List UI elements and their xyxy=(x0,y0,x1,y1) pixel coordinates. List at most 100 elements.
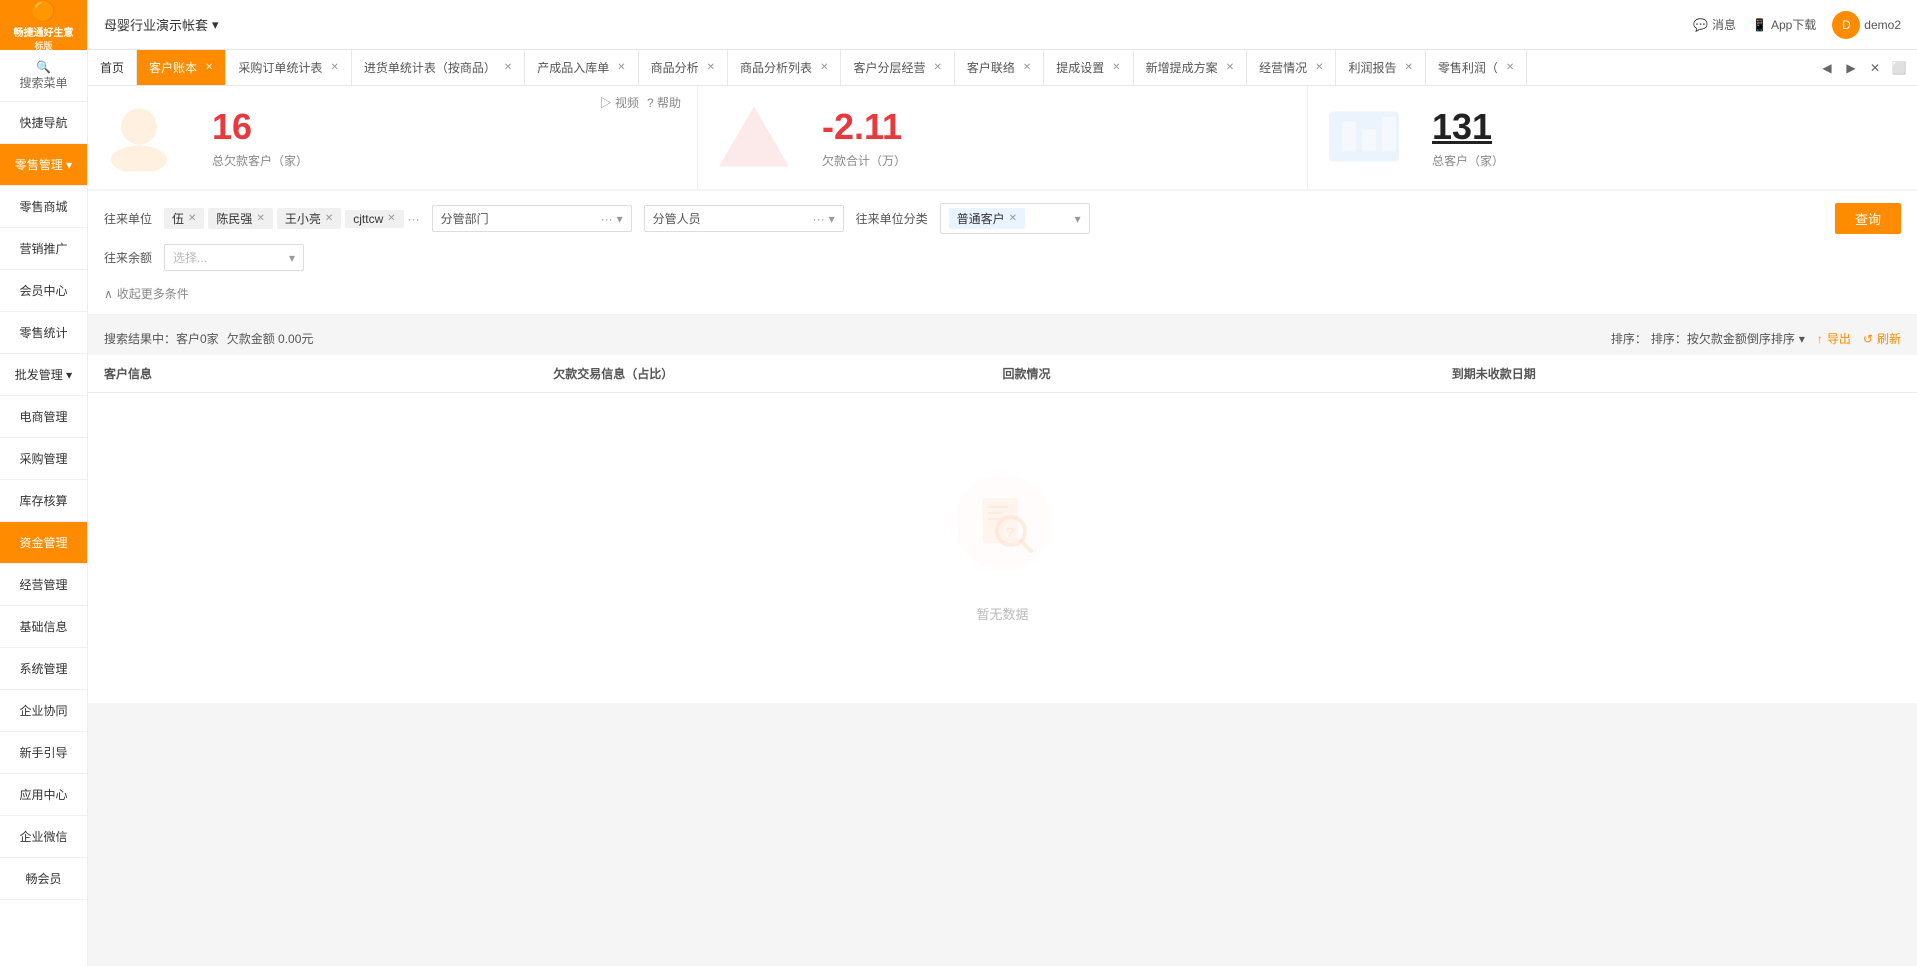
sidebar-item-ecommerce-mgmt[interactable]: 电商管理 xyxy=(0,396,87,438)
person-filter-select[interactable]: 分管人员 ··· ▾ xyxy=(644,205,844,232)
debt-amount-label: 欠款金额 0.00元 xyxy=(227,330,314,347)
empty-icon: ? xyxy=(953,473,1053,592)
sidebar-item-app-center[interactable]: 应用中心 xyxy=(0,774,87,816)
tab-close-all[interactable]: ✕ xyxy=(1865,58,1885,78)
tab-home[interactable]: 首页 xyxy=(88,50,137,86)
sidebar-item-operations-mgmt[interactable]: 经营管理 xyxy=(0,564,87,606)
tab-promotion-settings[interactable]: 提成设置 ✕ xyxy=(1044,50,1133,86)
video-link[interactable]: ▷ 视频 xyxy=(600,94,639,111)
empty-state: ? 暂无数据 xyxy=(88,393,1917,703)
tab-customer-contact[interactable]: 客户联络 ✕ xyxy=(955,50,1044,86)
account-name: 母婴行业演示帐套 xyxy=(104,15,208,34)
account-selector-arrow: ▾ xyxy=(212,17,219,33)
sidebar-item-purchase-mgmt[interactable]: 采购管理 xyxy=(0,438,87,480)
tab-stock-stats-close[interactable]: ✕ xyxy=(504,62,512,73)
unit-tag-wang-close[interactable]: ✕ xyxy=(325,213,333,224)
user-avatar-action[interactable]: D demo2 xyxy=(1832,11,1901,39)
unit-class-filter-select[interactable]: 普通客户 ✕ ▾ xyxy=(940,203,1090,234)
person-filter-label: 分管人员 xyxy=(653,210,701,227)
sidebar-item-enterprise-collab[interactable]: 企业协同 xyxy=(0,690,87,732)
sidebar-item-finance-mgmt[interactable]: 资金管理 xyxy=(0,522,87,564)
tab-customer-balance[interactable]: 客户账本 ✕ xyxy=(137,50,226,86)
help-link[interactable]: ? 帮助 xyxy=(647,94,681,111)
sidebar-item-system-mgmt[interactable]: 系统管理 xyxy=(0,648,87,690)
sidebar-item-new-guide[interactable]: 新手引导 xyxy=(0,732,87,774)
refresh-icon: ↺ xyxy=(1863,332,1873,346)
sort-control[interactable]: 排序： 排序：按欠款金额倒序排序 ▾ xyxy=(1611,330,1805,347)
sidebar-item-marketing[interactable]: 营销推广 xyxy=(0,228,87,270)
sidebar-item-basic-info[interactable]: 基础信息 xyxy=(0,606,87,648)
sort-label: 排序： xyxy=(1611,330,1647,347)
person-filter-dots[interactable]: ··· xyxy=(813,212,825,226)
tab-promotion-settings-close[interactable]: ✕ xyxy=(1112,62,1120,73)
sidebar-item-inventory[interactable]: 库存核算 xyxy=(0,480,87,522)
search-menu-item[interactable]: 🔍 搜索菜单 xyxy=(0,50,87,102)
sidebar-item-quick-nav[interactable]: 快捷导航 xyxy=(0,102,87,144)
tab-product-analysis-close[interactable]: ✕ xyxy=(707,62,715,73)
dept-filter-dots[interactable]: ··· xyxy=(601,212,613,226)
tab-purchase-stats[interactable]: 采购订单统计表 ✕ xyxy=(226,50,351,86)
svg-text:?: ? xyxy=(1006,524,1015,540)
tab-purchase-stats-close[interactable]: ✕ xyxy=(330,62,338,73)
tab-retail-profit[interactable]: 零售利润（ ✕ xyxy=(1426,50,1527,86)
sidebar-item-retail-mgmt[interactable]: 零售管理 ▾ xyxy=(0,144,87,186)
export-button[interactable]: ↑ 导出 xyxy=(1817,330,1851,347)
tab-product-stock-in[interactable]: 产成品入库单 ✕ xyxy=(525,50,638,86)
tab-customer-balance-label: 客户账本 xyxy=(149,59,197,76)
tab-product-analysis-list-close[interactable]: ✕ xyxy=(820,62,828,73)
tab-scroll-right[interactable]: ▶ xyxy=(1841,58,1861,78)
tab-scroll-left[interactable]: ◀ xyxy=(1817,58,1837,78)
logo-icon: 🟠 xyxy=(31,0,56,24)
sidebar-item-wholesale-mgmt[interactable]: 批发管理 ▾ xyxy=(0,354,87,396)
collapse-label: 收起更多条件 xyxy=(117,285,189,302)
balance-filter-select[interactable]: 选择... ▾ xyxy=(164,244,304,271)
refresh-button[interactable]: ↺ 刷新 xyxy=(1863,330,1901,347)
tab-maximize[interactable]: ⬜ xyxy=(1889,58,1909,78)
tab-product-stock-in-close[interactable]: ✕ xyxy=(617,62,625,73)
marketing-label: 营销推广 xyxy=(19,242,67,256)
stat-debt-customers-value: 16 xyxy=(212,106,673,148)
message-action[interactable]: 💬 消息 xyxy=(1693,16,1736,33)
unit-class-tag-close[interactable]: ✕ xyxy=(1009,213,1017,224)
retail-mgmt-label: 零售管理 xyxy=(15,158,63,172)
tab-add-promotion-plan-close[interactable]: ✕ xyxy=(1226,62,1234,73)
sidebar-item-retail-stats[interactable]: 零售统计 xyxy=(0,312,87,354)
unit-tag-chen-close[interactable]: ✕ xyxy=(256,213,264,224)
unit-filter-more[interactable]: ··· xyxy=(408,212,420,226)
collapse-button[interactable]: ∧ 收起更多条件 xyxy=(104,285,1901,302)
dept-filter-arrow: ▾ xyxy=(617,212,623,226)
tab-product-analysis[interactable]: 商品分析 ✕ xyxy=(639,50,728,86)
tab-customer-balance-close[interactable]: ✕ xyxy=(205,62,213,73)
account-selector[interactable]: 母婴行业演示帐套 ▾ xyxy=(104,15,219,34)
app-center-label: 应用中心 xyxy=(19,788,67,802)
stat-total-debt-customers: ▷ 视频 ? 帮助 16 总欠款客户（家） xyxy=(88,86,698,189)
unit-tag-cjttcw-close[interactable]: ✕ xyxy=(387,213,395,224)
sidebar-item-vip-member[interactable]: 畅会员 xyxy=(0,858,87,900)
tab-operations-status[interactable]: 经营情况 ✕ xyxy=(1247,50,1336,86)
dept-filter-select[interactable]: 分管部门 ··· ▾ xyxy=(432,205,632,232)
basic-info-label: 基础信息 xyxy=(19,620,67,634)
dept-filter-label: 分管部门 xyxy=(441,210,489,227)
tab-customer-segment-close[interactable]: ✕ xyxy=(933,62,941,73)
app-download-action[interactable]: 📱 App下载 xyxy=(1752,16,1816,33)
empty-illustration: ? xyxy=(953,473,1053,573)
tab-customer-segment[interactable]: 客户分层经营 ✕ xyxy=(841,50,954,86)
query-button[interactable]: 查询 xyxy=(1835,203,1901,234)
tab-product-analysis-list[interactable]: 商品分析列表 ✕ xyxy=(728,50,841,86)
sidebar-item-retail-mall[interactable]: 零售商城 xyxy=(0,186,87,228)
tab-stock-stats[interactable]: 进货单统计表（按商品） ✕ xyxy=(352,50,525,86)
sidebar-item-member-center[interactable]: 会员中心 xyxy=(0,270,87,312)
main-area: 母婴行业演示帐套 ▾ 💬 消息 📱 App下载 D demo2 首页 客户账本 xyxy=(88,0,1917,966)
tab-retail-profit-close[interactable]: ✕ xyxy=(1506,62,1514,73)
unit-tag-wu-close[interactable]: ✕ xyxy=(188,213,196,224)
tab-operations-status-close[interactable]: ✕ xyxy=(1315,62,1323,73)
tab-customer-contact-close[interactable]: ✕ xyxy=(1023,62,1031,73)
tab-profit-report-close[interactable]: ✕ xyxy=(1405,62,1413,73)
member-center-label: 会员中心 xyxy=(19,284,67,298)
sidebar-item-enterprise-wechat[interactable]: 企业微信 xyxy=(0,816,87,858)
ecommerce-mgmt-label: 电商管理 xyxy=(19,410,67,424)
content-area: ▷ 视频 ? 帮助 16 总欠款客户（家） xyxy=(88,86,1917,966)
search-menu-label: 搜索菜单 xyxy=(8,74,79,91)
tab-add-promotion-plan[interactable]: 新增提成方案 ✕ xyxy=(1134,50,1247,86)
tab-profit-report[interactable]: 利润报告 ✕ xyxy=(1336,50,1425,86)
